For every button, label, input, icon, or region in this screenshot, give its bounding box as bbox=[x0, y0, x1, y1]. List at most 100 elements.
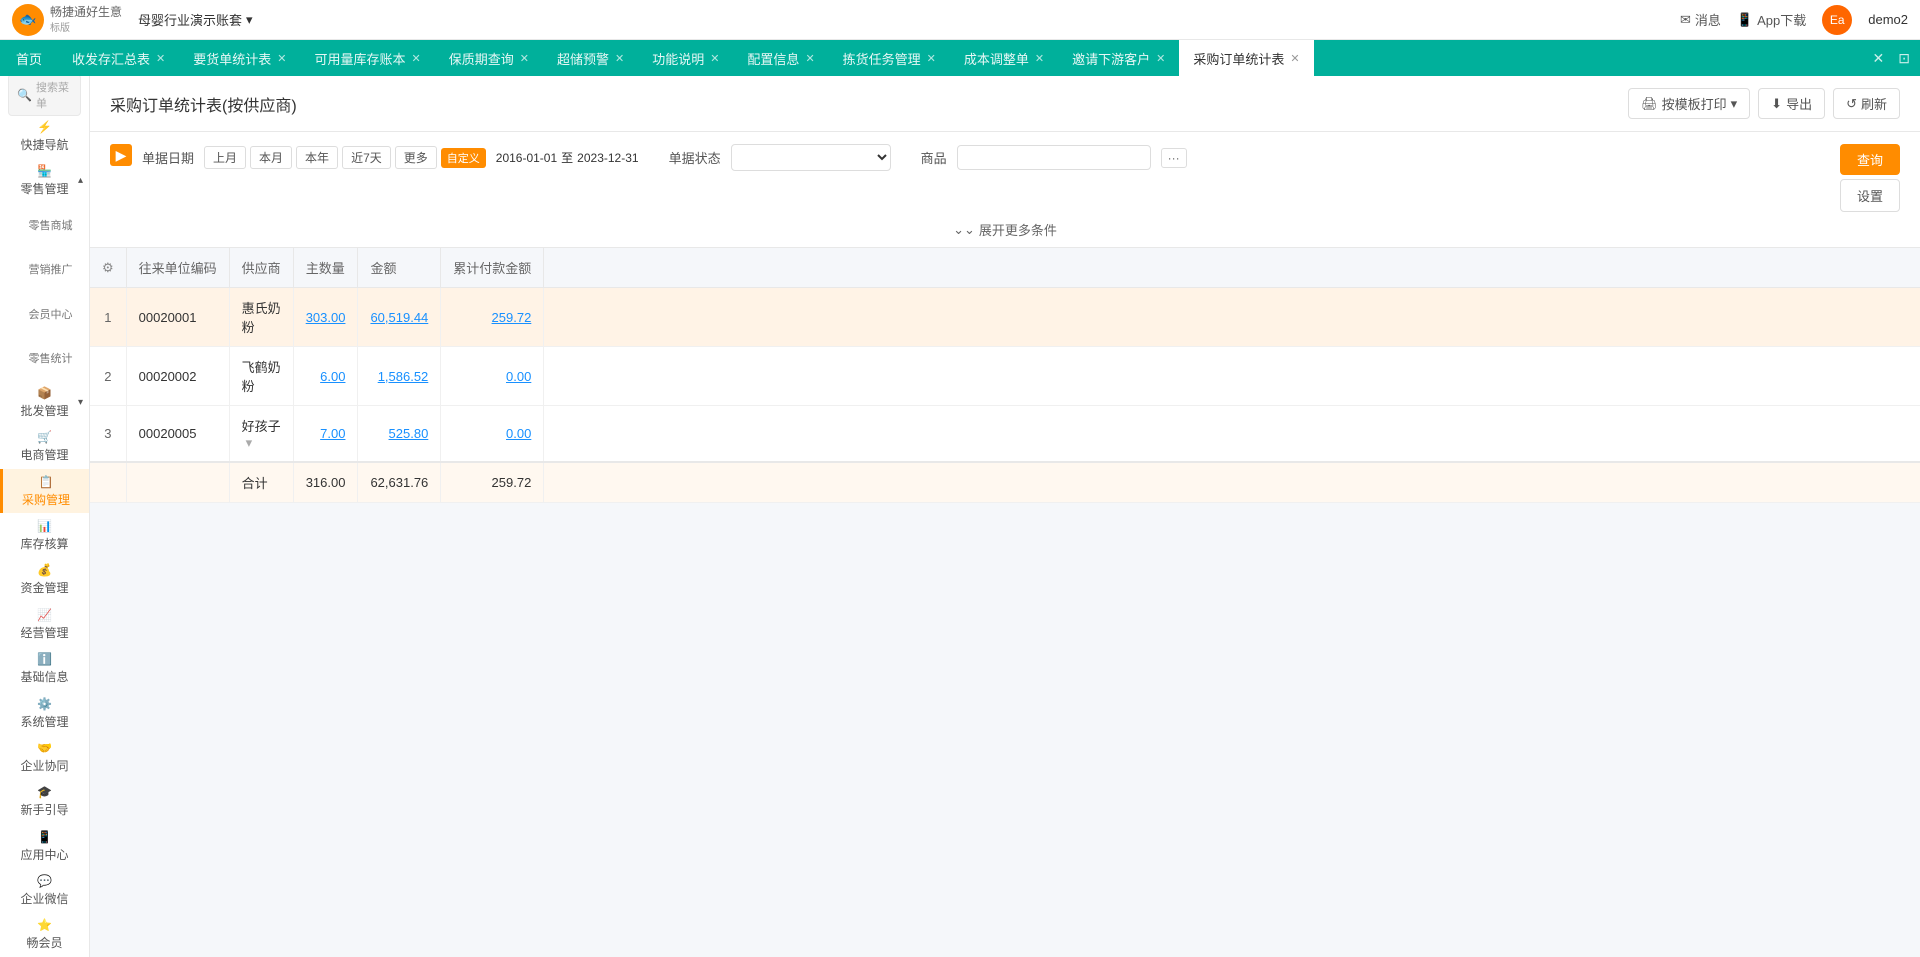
tab-shoufahuizonbiao[interactable]: 收发存汇总表 ✕ bbox=[58, 40, 179, 76]
export-icon: ⬇ bbox=[1771, 96, 1782, 112]
goods-input[interactable] bbox=[957, 145, 1151, 170]
close-icon[interactable]: ✕ bbox=[1035, 52, 1044, 65]
row-amount[interactable]: 525.80 bbox=[358, 406, 441, 463]
sidebar-item-search[interactable]: 🔍 搜索菜单 bbox=[0, 76, 89, 114]
tab-jianhuo[interactable]: 拣货任务管理 ✕ bbox=[829, 40, 950, 76]
tab-baozhouqi[interactable]: 保质期查询 ✕ bbox=[435, 40, 543, 76]
row-index: 1 bbox=[90, 288, 126, 347]
sidebar-item-new-guide[interactable]: 🎓 新手引导 bbox=[0, 780, 89, 824]
sidebar-item-label: 快捷导航 bbox=[20, 136, 68, 153]
inventory-icon: 📊 bbox=[37, 519, 52, 533]
user-name[interactable]: demo2 bbox=[1868, 12, 1908, 27]
close-icon[interactable]: ✕ bbox=[156, 52, 165, 65]
close-icon[interactable]: ✕ bbox=[1156, 52, 1165, 65]
tab-label: 保质期查询 bbox=[449, 49, 514, 68]
avatar-text: Ea bbox=[1830, 13, 1845, 27]
sidebar-item-vip[interactable]: ⭐ 畅会员 bbox=[0, 913, 89, 957]
tab-label: 邀请下游客户 bbox=[1072, 49, 1150, 68]
refresh-button[interactable]: ↺ 刷新 bbox=[1833, 88, 1900, 119]
tab-peizhi[interactable]: 配置信息 ✕ bbox=[733, 40, 828, 76]
th-supplier: 供应商 bbox=[229, 248, 293, 288]
nav-close-button[interactable]: ✕ bbox=[1867, 46, 1891, 71]
export-button[interactable]: ⬇ 导出 bbox=[1758, 88, 1825, 119]
user-avatar[interactable]: Ea bbox=[1822, 5, 1852, 35]
row-qty[interactable]: 6.00 bbox=[293, 347, 358, 406]
shortcut-last-month[interactable]: 上月 bbox=[204, 146, 246, 169]
goods-filter-label: 商品 bbox=[921, 148, 947, 167]
sidebar-item-app-center[interactable]: 📱 应用中心 bbox=[0, 824, 89, 868]
row-amount[interactable]: 60,519.44 bbox=[358, 288, 441, 347]
shortcut-this-year[interactable]: 本年 bbox=[296, 146, 338, 169]
sidebar-item-finance[interactable]: 💰 资金管理 bbox=[0, 558, 89, 602]
top-bar: 🐟 畅捷通好生意 标版 母婴行业演示账套 ▾ ✉ 消息 📱 App下载 Ea d… bbox=[0, 0, 1920, 40]
row-paid[interactable]: 259.72 bbox=[441, 288, 544, 347]
row-amount[interactable]: 1,586.52 bbox=[358, 347, 441, 406]
sidebar-item-enterprise[interactable]: 🤝 企业协同 bbox=[0, 735, 89, 779]
shortcut-7-days[interactable]: 近7天 bbox=[342, 146, 391, 169]
close-icon[interactable]: ✕ bbox=[615, 52, 624, 65]
footer-empty-3 bbox=[544, 462, 1920, 503]
sidebar-item-system[interactable]: ⚙️ 系统管理 bbox=[0, 691, 89, 735]
sidebar-item-label: 畅会员 bbox=[26, 934, 62, 951]
tab-label: 成本调整单 bbox=[964, 49, 1029, 68]
finance-icon: 💰 bbox=[37, 563, 52, 577]
row-qty[interactable]: 7.00 bbox=[293, 406, 358, 463]
expand-more-button[interactable]: ⌄⌄ 展开更多条件 bbox=[953, 220, 1057, 239]
shortcut-more[interactable]: 更多 bbox=[395, 146, 437, 169]
tab-chaochuyu[interactable]: 超储预警 ✕ bbox=[543, 40, 638, 76]
sidebar-item-wholesale[interactable]: 📦 批发管理 ▾ bbox=[0, 380, 89, 424]
close-icon[interactable]: ✕ bbox=[1290, 52, 1299, 65]
sidebar-item-ecommerce[interactable]: 🛒 电商管理 bbox=[0, 425, 89, 469]
sidebar-item-basic-info[interactable]: ℹ️ 基础信息 bbox=[0, 647, 89, 691]
close-icon[interactable]: ✕ bbox=[412, 52, 421, 65]
query-button[interactable]: 查询 bbox=[1840, 144, 1900, 175]
sidebar-item-purchase[interactable]: 📋 采购管理 bbox=[0, 469, 89, 513]
sidebar-item-retail-stats[interactable]: 零售统计 bbox=[0, 336, 89, 380]
sidebar-item-wechat[interactable]: 💬 企业微信 bbox=[0, 868, 89, 912]
tab-yaoqing[interactable]: 邀请下游客户 ✕ bbox=[1058, 40, 1179, 76]
shortcut-this-month[interactable]: 本月 bbox=[250, 146, 292, 169]
message-button[interactable]: ✉ 消息 bbox=[1680, 10, 1721, 29]
tab-chengben[interactable]: 成本调整单 ✕ bbox=[950, 40, 1058, 76]
print-button[interactable]: 🖨 按模板打印 ▾ bbox=[1628, 88, 1750, 119]
sidebar-item-marketing[interactable]: 营销推广 bbox=[0, 247, 89, 291]
sidebar-item-membership[interactable]: 会员中心 bbox=[0, 292, 89, 336]
row-paid[interactable]: 0.00 bbox=[441, 406, 544, 463]
th-settings[interactable]: ⚙ bbox=[90, 248, 126, 288]
footer-empty-1 bbox=[90, 462, 126, 503]
tab-gongneng[interactable]: 功能说明 ✕ bbox=[638, 40, 733, 76]
status-select[interactable] bbox=[731, 144, 891, 171]
col-supplier-label: 供应商 bbox=[242, 261, 281, 276]
purchase-icon: 📋 bbox=[39, 475, 54, 489]
tab-home[interactable]: 首页 bbox=[0, 40, 58, 76]
settings-button[interactable]: 设置 bbox=[1840, 179, 1900, 212]
goods-ellipsis-button[interactable]: ··· bbox=[1161, 148, 1187, 168]
row-paid[interactable]: 0.00 bbox=[441, 347, 544, 406]
close-icon[interactable]: ✕ bbox=[805, 52, 814, 65]
close-icon[interactable]: ✕ bbox=[927, 52, 936, 65]
close-icon[interactable]: ✕ bbox=[710, 52, 719, 65]
close-icon[interactable]: ✕ bbox=[277, 52, 286, 65]
sidebar-item-shortcuts[interactable]: ⚡ 快捷导航 bbox=[0, 114, 89, 158]
tab-yaohuodantongjibiao[interactable]: 要货单统计表 ✕ bbox=[179, 40, 300, 76]
app-download-button[interactable]: 📱 App下载 bbox=[1737, 10, 1806, 29]
tab-caigoudan-active[interactable]: 采购订单统计表 ✕ bbox=[1179, 40, 1313, 76]
close-icon[interactable]: ✕ bbox=[520, 52, 529, 65]
logo-sub: 标版 bbox=[50, 19, 122, 34]
filter-toggle-button[interactable]: ▶ bbox=[110, 144, 132, 166]
sidebar-item-inventory[interactable]: 📊 库存核算 bbox=[0, 513, 89, 557]
date-filter-label: 单据日期 bbox=[142, 148, 194, 167]
sidebar-item-retail[interactable]: 🏪 零售管理 ▴ bbox=[0, 158, 89, 202]
supplier-expand-icon[interactable]: ▾ bbox=[246, 435, 253, 450]
tab-keyongliang[interactable]: 可用量库存账本 ✕ bbox=[300, 40, 434, 76]
row-qty[interactable]: 303.00 bbox=[293, 288, 358, 347]
date-from: 2016-01-01 bbox=[496, 151, 557, 165]
sidebar-item-retail-shop[interactable]: 零售商城 bbox=[0, 203, 89, 247]
header-actions: 🖨 按模板打印 ▾ ⬇ 导出 ↺ 刷新 bbox=[1628, 88, 1900, 119]
sidebar-item-label: 企业微信 bbox=[20, 890, 68, 907]
nav-restore-button[interactable]: ⊡ bbox=[1892, 46, 1916, 71]
chevron-up-icon: ▴ bbox=[78, 175, 83, 186]
sidebar-item-operations[interactable]: 📈 经营管理 bbox=[0, 602, 89, 646]
workspace-selector[interactable]: 母婴行业演示账套 ▾ bbox=[130, 6, 261, 33]
tab-label: 超储预警 bbox=[557, 49, 609, 68]
